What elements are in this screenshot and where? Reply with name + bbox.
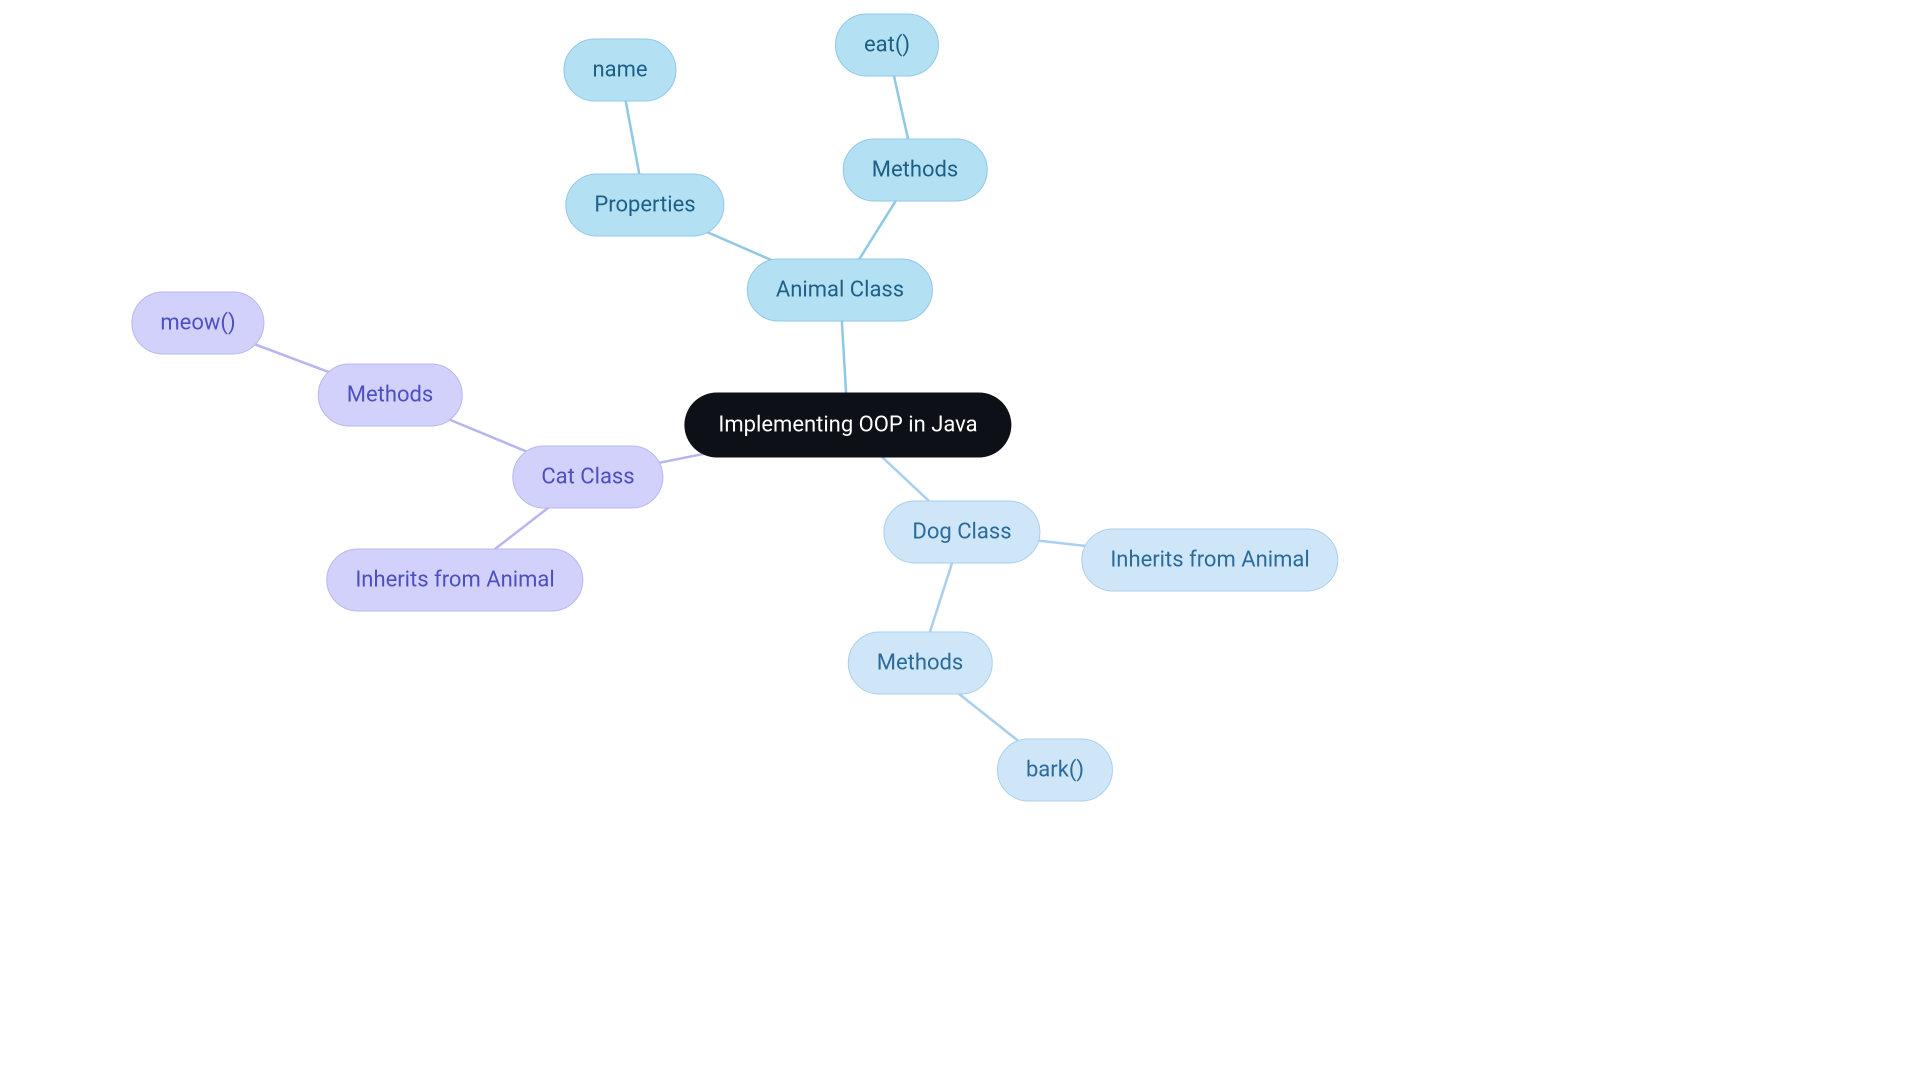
cat-methods-node[interactable]: Methods xyxy=(318,364,463,427)
cat-class-node[interactable]: Cat Class xyxy=(512,446,663,509)
cat-inherits-node[interactable]: Inherits from Animal xyxy=(326,549,583,612)
animal-eat-node[interactable]: eat() xyxy=(835,14,939,77)
animal-methods-node[interactable]: Methods xyxy=(843,139,988,202)
cat-meow-node[interactable]: meow() xyxy=(131,292,264,355)
animal-properties-node[interactable]: Properties xyxy=(565,174,724,237)
dog-bark-node[interactable]: bark() xyxy=(997,739,1113,802)
root-node[interactable]: Implementing OOP in Java xyxy=(684,393,1011,458)
dog-class-node[interactable]: Dog Class xyxy=(883,501,1040,564)
animal-name-node[interactable]: name xyxy=(563,39,676,102)
dog-methods-node[interactable]: Methods xyxy=(848,632,993,695)
dog-inherits-node[interactable]: Inherits from Animal xyxy=(1081,529,1338,592)
mindmap-canvas: Implementing OOP in Java Animal Class Pr… xyxy=(0,0,1920,1083)
animal-class-node[interactable]: Animal Class xyxy=(747,259,933,322)
